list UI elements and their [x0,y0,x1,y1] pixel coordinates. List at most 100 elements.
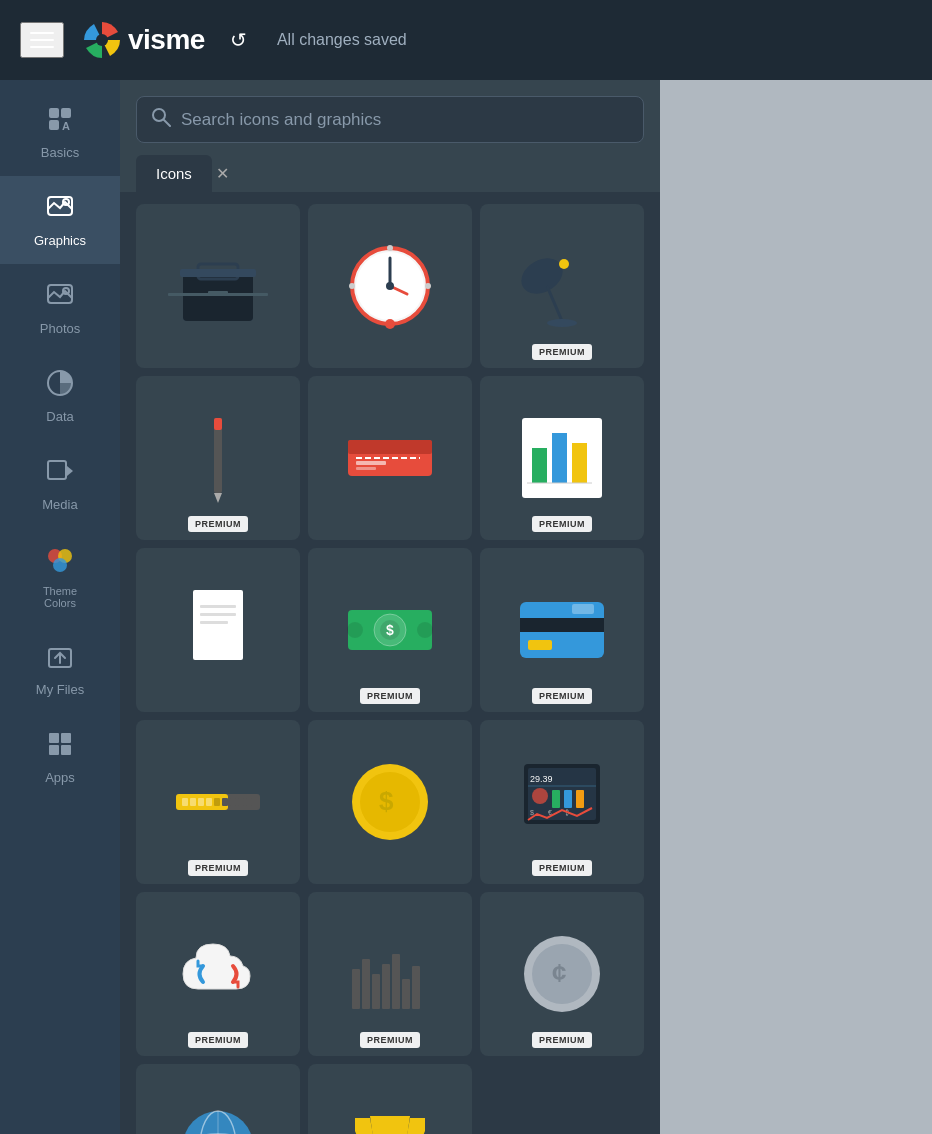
svg-rect-97 [382,964,390,1009]
icon-chart[interactable]: PREMIUM [480,376,644,540]
icon-cent-coin[interactable]: ¢ PREMIUM [480,892,644,1056]
sidebar-item-photos[interactable]: Photos [0,264,120,352]
svg-rect-44 [214,418,222,430]
basics-label: Basics [41,145,79,160]
svg-rect-78 [238,798,244,806]
svg-rect-18 [49,745,59,755]
svg-point-38 [515,251,569,301]
premium-badge: PREMIUM [532,860,592,876]
svg-rect-16 [49,733,59,743]
svg-rect-77 [230,798,236,806]
menu-button[interactable] [20,22,64,58]
icon-paper[interactable] [136,548,300,712]
svg-rect-66 [520,618,604,632]
svg-line-21 [164,120,170,126]
icon-sync-cloud[interactable]: PREMIUM [136,892,300,1056]
svg-rect-95 [362,959,370,1009]
icons-grid-area[interactable]: PREMIUM PREMIUM [120,192,660,1134]
sidebar-item-my-files[interactable]: My Files [0,625,120,713]
media-icon [45,456,75,491]
graphics-icon [45,192,75,227]
icon-briefcase[interactable] [136,204,300,368]
my-files-label: My Files [36,682,84,697]
search-bar[interactable] [136,96,644,143]
svg-point-20 [153,109,165,121]
icon-coin[interactable]: $ [308,720,472,884]
sidebar-item-graphics[interactable]: Graphics [0,176,120,264]
tab-close-button[interactable]: ✕ [212,164,233,183]
svg-marker-11 [67,466,73,476]
sidebar-item-media[interactable]: Media [0,440,120,528]
data-label: Data [46,409,73,424]
svg-line-39 [547,286,562,321]
data-icon [45,368,75,403]
icon-lamp[interactable]: PREMIUM [480,204,644,368]
icon-globe[interactable] [136,1064,300,1134]
top-bar: visme ↺ All changes saved [0,0,932,80]
svg-point-37 [349,283,355,289]
svg-rect-94 [352,969,360,1009]
premium-badge: PREMIUM [360,688,420,704]
svg-point-35 [387,245,393,251]
svg-rect-10 [48,461,66,479]
svg-point-64 [417,622,433,638]
canvas-area[interactable] [660,80,932,1134]
svg-text:$: $ [379,786,394,816]
icon-progress-bar[interactable]: PREMIUM [136,720,300,884]
undo-button[interactable]: ↺ [221,22,257,58]
icon-trophy[interactable] [308,1064,472,1134]
svg-rect-75 [214,798,220,806]
svg-rect-3 [49,120,59,130]
svg-rect-98 [392,954,400,1009]
search-input[interactable] [181,110,629,130]
photos-label: Photos [40,321,80,336]
premium-badge: PREMIUM [532,688,592,704]
premium-badge: PREMIUM [532,1032,592,1048]
svg-rect-48 [356,461,386,465]
visme-pinwheel-icon [80,18,124,62]
search-icon [151,107,171,132]
tabs-area: Icons ✕ [136,155,644,192]
svg-text:A: A [62,120,70,132]
svg-text:29.39: 29.39 [530,774,553,784]
sidebar-item-theme-colors[interactable]: ThemeColors [0,528,120,625]
main-layout: A Basics Graphics Photos Data M [0,80,932,1134]
tab-icons[interactable]: Icons [136,155,212,192]
graphics-panel: Icons ✕ [120,80,660,1134]
svg-rect-79 [246,798,252,806]
sidebar: A Basics Graphics Photos Data M [0,80,120,1134]
icon-bars[interactable]: PREMIUM [308,892,472,1056]
icon-pencil[interactable]: PREMIUM [136,376,300,540]
svg-rect-86 [528,785,596,787]
sidebar-item-apps[interactable]: Apps [0,713,120,801]
sidebar-item-data[interactable]: Data [0,352,120,440]
svg-rect-89 [564,790,572,808]
svg-rect-56 [200,605,236,608]
svg-rect-96 [372,974,380,1009]
svg-point-41 [559,259,569,269]
visme-brand-text: visme [128,24,205,56]
svg-marker-43 [214,493,222,503]
svg-text:$: $ [386,622,394,638]
media-label: Media [42,497,77,512]
icon-credit-card[interactable]: PREMIUM [480,548,644,712]
premium-badge: PREMIUM [188,860,248,876]
premium-badge: PREMIUM [188,516,248,532]
svg-rect-68 [572,604,594,614]
svg-rect-17 [61,733,71,743]
icon-finance-screen[interactable]: 29.39 $ € ₿ PREMIUM [480,720,644,884]
svg-rect-51 [532,448,547,483]
svg-rect-71 [182,798,188,806]
icon-clock[interactable] [308,204,472,368]
svg-rect-55 [193,590,243,660]
svg-point-0 [96,34,108,46]
svg-rect-49 [356,467,376,470]
icon-ticket[interactable] [308,376,472,540]
svg-rect-19 [61,745,71,755]
icon-money[interactable]: $ PREMIUM [308,548,472,712]
sidebar-item-basics[interactable]: A Basics [0,88,120,176]
svg-rect-57 [200,613,236,616]
svg-point-14 [53,558,67,572]
svg-rect-53 [572,443,587,483]
svg-point-87 [532,788,548,804]
